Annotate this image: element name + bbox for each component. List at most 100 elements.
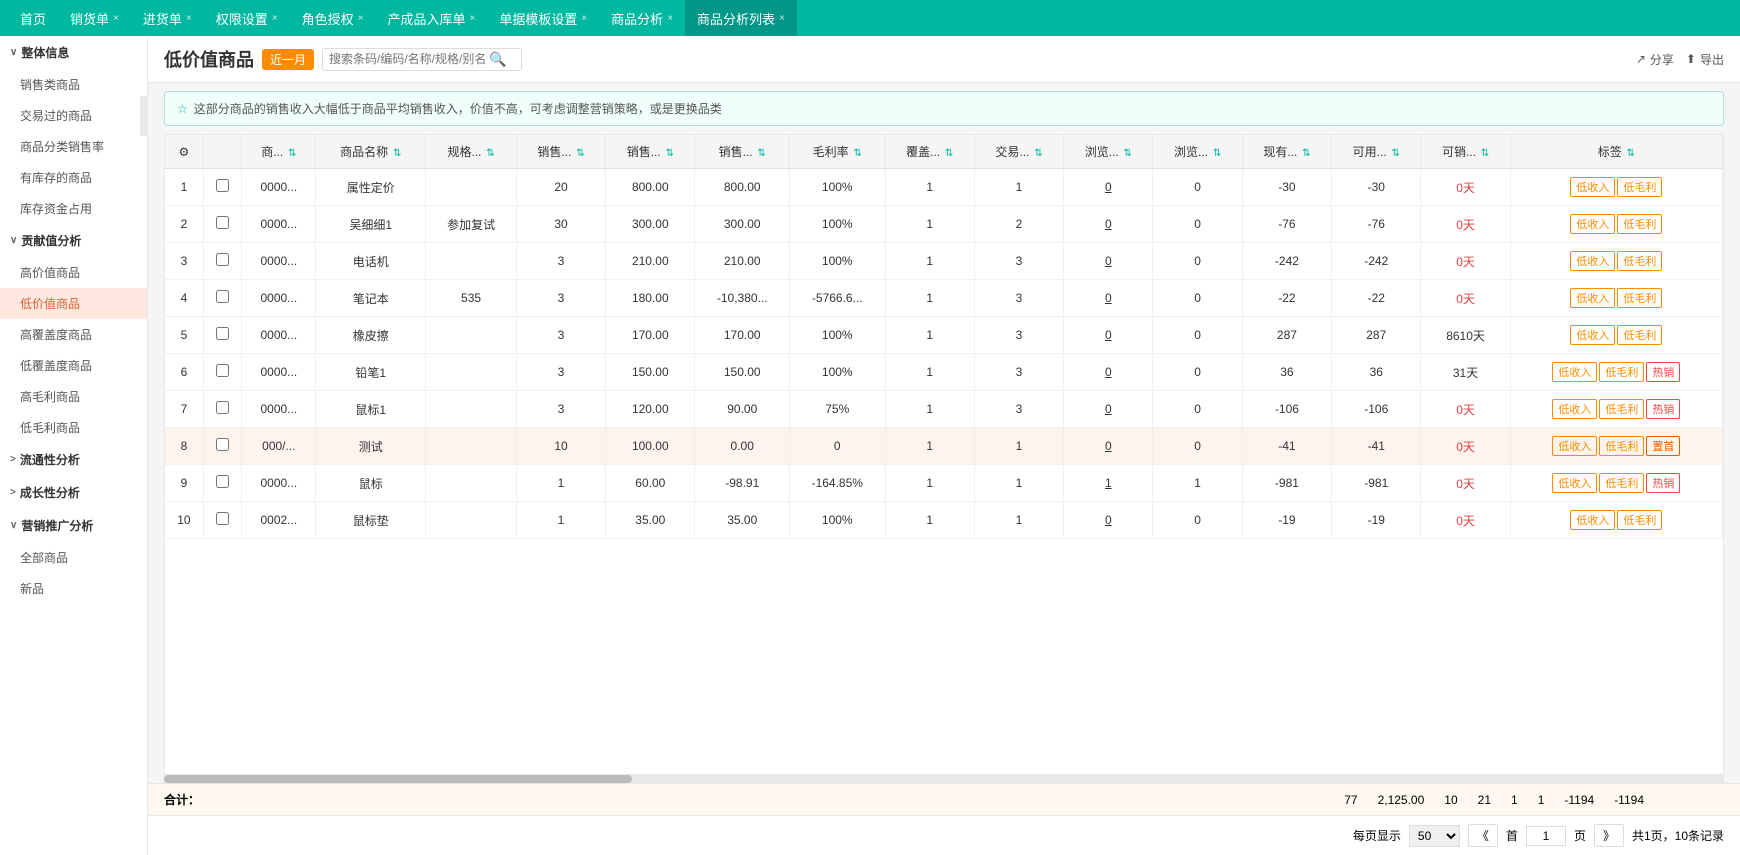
col-header-code[interactable]: 商... ⇅ [242,135,316,169]
search-icon[interactable]: 🔍 [489,51,506,68]
col-header-sale_qty[interactable]: 销售... ⇅ [516,135,605,169]
nav-item-角色授权[interactable]: 角色授权 × [290,0,376,36]
row-checkbox[interactable] [203,280,242,317]
row-checkbox[interactable] [203,354,242,391]
horizontal-scrollbar[interactable] [164,775,1724,783]
row-checkbox-input[interactable] [216,179,229,192]
col-header-name[interactable]: 商品名称 ⇅ [316,135,426,169]
per-page-select[interactable]: 50 20 100 [1409,825,1460,847]
next-page-button[interactable]: 》 [1594,824,1624,847]
col-header-tags[interactable]: 标签 ⇅ [1510,135,1722,169]
col-header-view2[interactable]: 浏览... ⇅ [1153,135,1242,169]
row-checkbox[interactable] [203,317,242,354]
nav-close-icon[interactable]: × [779,13,785,24]
col-header-coverage[interactable]: 覆盖... ⇅ [885,135,974,169]
col-header-margin[interactable]: 毛利率 ⇅ [790,135,886,169]
col-header-available[interactable]: 可用... ⇅ [1332,135,1421,169]
col-header-spec[interactable]: 规格... ⇅ [426,135,517,169]
nav-item-单据模板设置[interactable]: 单据模板设置 × [487,0,599,36]
sidebar-item-销售类商品[interactable]: 销售类商品 [0,69,147,100]
row-checkbox[interactable] [203,502,242,539]
nav-item-销货单[interactable]: 销货单 × [58,0,131,36]
sidebar-item-交易过的商品[interactable]: 交易过的商品 [0,100,147,131]
tag-低收入: 低收入 [1570,288,1615,308]
sidebar-item-全部商品[interactable]: 全部商品 [0,542,147,573]
row-current: -76 [1242,206,1331,243]
export-button[interactable]: ⬆ 导出 [1686,51,1724,68]
row-view1[interactable]: 0 [1064,317,1153,354]
row-checkbox-input[interactable] [216,438,229,451]
nav-item-首页[interactable]: 首页 [8,0,58,36]
page-input[interactable] [1526,826,1566,846]
share-button[interactable]: ↗ 分享 [1636,51,1674,68]
row-checkbox[interactable] [203,465,242,502]
row-checkbox[interactable] [203,243,242,280]
tag-低毛利: 低毛利 [1617,288,1662,308]
nav-item-商品分析列表[interactable]: 商品分析列表 × [685,0,797,36]
sidebar-section-整体信息[interactable]: ∨整体信息 [0,36,147,69]
row-checkbox-input[interactable] [216,253,229,266]
row-days: 8610天 [1421,317,1510,354]
row-view1[interactable]: 0 [1064,428,1153,465]
nav-item-进货单[interactable]: 进货单 × [131,0,204,36]
row-checkbox-input[interactable] [216,216,229,229]
sidebar-section-label: 流通性分析 [20,451,80,468]
sidebar-item-高价值商品[interactable]: 高价值商品 [0,257,147,288]
row-view1[interactable]: 1 [1064,465,1153,502]
sidebar-item-低价值商品[interactable]: 低价值商品 [0,288,147,319]
row-checkbox-input[interactable] [216,401,229,414]
nav-close-icon[interactable]: × [469,13,475,24]
table-row: 30000...电话机3210.00210.00100%1300-242-242… [165,243,1723,280]
col-header-trade[interactable]: 交易... ⇅ [974,135,1063,169]
row-view1[interactable]: 0 [1064,354,1153,391]
nav-close-icon[interactable]: × [667,13,673,24]
sidebar-item-新品[interactable]: 新品 [0,573,147,604]
row-sale-qty: 3 [516,317,605,354]
row-checkbox[interactable] [203,391,242,428]
col-header-saleable[interactable]: 可销... ⇅ [1421,135,1510,169]
search-input[interactable] [329,52,489,66]
col-header-sale_cost[interactable]: 销售... ⇅ [695,135,790,169]
sidebar-item-低覆盖度商品[interactable]: 低覆盖度商品 [0,350,147,381]
tag-低毛利: 低毛利 [1617,214,1662,234]
sidebar-collapse-button[interactable]: 《 [140,96,148,136]
row-checkbox-input[interactable] [216,512,229,525]
row-checkbox[interactable] [203,428,242,465]
sidebar-item-有库存的商品[interactable]: 有库存的商品 [0,162,147,193]
row-checkbox-input[interactable] [216,364,229,377]
sidebar-section-流通性分析[interactable]: >流通性分析 [0,443,147,476]
nav-item-权限设置[interactable]: 权限设置 × [204,0,290,36]
row-checkbox-input[interactable] [216,327,229,340]
row-view1[interactable]: 0 [1064,391,1153,428]
sidebar-section-成长性分析[interactable]: >成长性分析 [0,476,147,509]
row-view1[interactable]: 0 [1064,280,1153,317]
col-header-sale_price[interactable]: 销售... ⇅ [606,135,695,169]
sidebar-item-低毛利商品[interactable]: 低毛利商品 [0,412,147,443]
sidebar-section-贡献值分析[interactable]: ∨贡献值分析 [0,224,147,257]
sidebar-item-库存资金占用[interactable]: 库存资金占用 [0,193,147,224]
export-icon: ⬆ [1686,52,1696,66]
first-page-button[interactable]: 《 [1468,824,1498,847]
row-checkbox-input[interactable] [216,290,229,303]
sidebar-item-商品分类销售率[interactable]: 商品分类销售率 [0,131,147,162]
sidebar-section-营销推广分析[interactable]: ∨营销推广分析 [0,509,147,542]
sidebar-item-高毛利商品[interactable]: 高毛利商品 [0,381,147,412]
row-view1[interactable]: 0 [1064,502,1153,539]
col-header-current[interactable]: 现有... ⇅ [1242,135,1331,169]
nav-close-icon[interactable]: × [113,13,119,24]
row-view1[interactable]: 0 [1064,169,1153,206]
period-button[interactable]: 近一月 [262,49,314,70]
col-header-view1[interactable]: 浏览... ⇅ [1064,135,1153,169]
nav-item-商品分析[interactable]: 商品分析 × [599,0,685,36]
sidebar-item-高覆盖度商品[interactable]: 高覆盖度商品 [0,319,147,350]
nav-close-icon[interactable]: × [186,13,192,24]
nav-item-产成品入库单[interactable]: 产成品入库单 × [375,0,487,36]
row-checkbox-input[interactable] [216,475,229,488]
nav-close-icon[interactable]: × [272,13,278,24]
nav-close-icon[interactable]: × [358,13,364,24]
row-view1[interactable]: 0 [1064,206,1153,243]
row-checkbox[interactable] [203,206,242,243]
nav-close-icon[interactable]: × [581,13,587,24]
row-checkbox[interactable] [203,169,242,206]
row-view1[interactable]: 0 [1064,243,1153,280]
